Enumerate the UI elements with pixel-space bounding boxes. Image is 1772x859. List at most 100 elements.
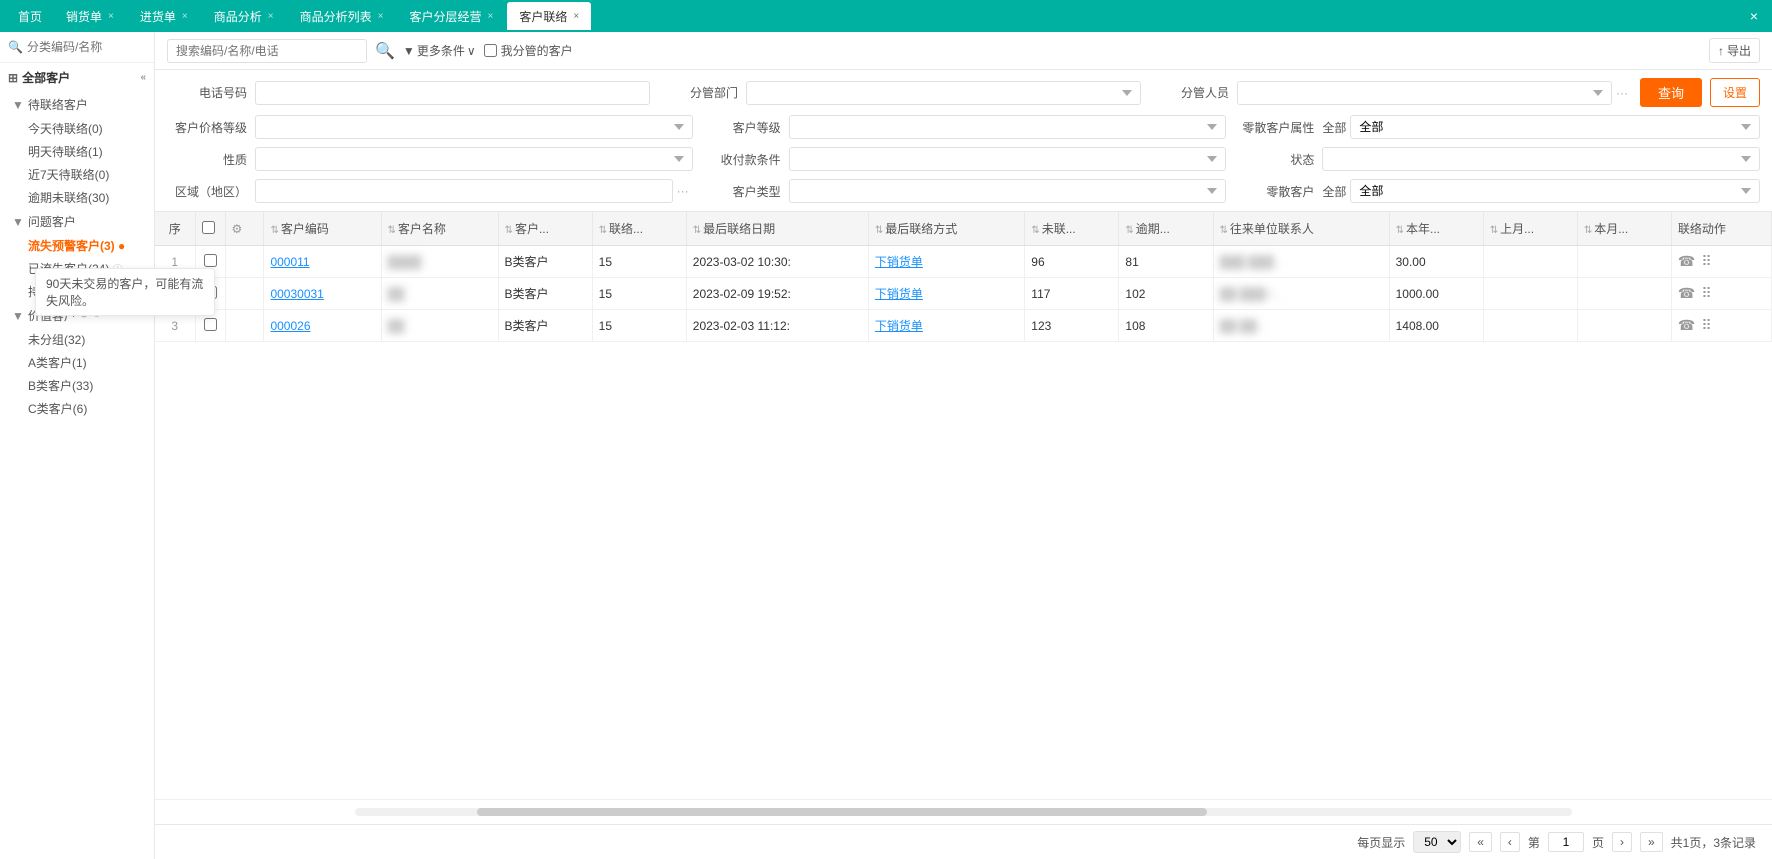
today-pending[interactable]: 今天待联络(0) [0,117,154,140]
row1-contact: 15 [592,246,686,278]
a-class-customers[interactable]: A类客户(1) [0,351,154,374]
row2-code[interactable]: 00030031 [264,278,381,310]
phone-input[interactable] [255,81,650,105]
status-field: 状态 [1234,147,1760,171]
row2-more-icon[interactable]: ⠿ [1701,285,1711,302]
per-page-select[interactable]: 50 [1413,831,1461,853]
close-analysis-tab[interactable]: × [268,11,274,22]
nav-tab-customer-contact[interactable]: 客户联络 × [507,2,591,30]
all-customers-header[interactable]: ⊞ 全部客户 « [0,63,154,92]
tomorrow-pending[interactable]: 明天待联络(1) [0,140,154,163]
row3-more-icon[interactable]: ⠿ [1701,317,1711,334]
table-row: 3 000026 ██ B类客户 15 2023-02-03 11:12: 下销… [155,310,1772,342]
row3-this-month [1577,310,1671,342]
problem-customers-group[interactable]: ▼ 问题客户 [0,209,154,234]
prev-page-button[interactable]: ‹ [1500,832,1520,852]
col-settings[interactable]: ⚙ [225,212,264,246]
top-nav: 首页 销货单 × 进货单 × 商品分析 × 商品分析列表 × 客户分层经营 × … [0,0,1772,32]
row3-phone-icon[interactable]: ☎ [1678,317,1695,334]
col-uncontacted: ⇅未联... [1025,212,1119,246]
my-customers-checkbox-label[interactable]: 我分管的客户 [484,42,573,59]
nav-tab-analysis[interactable]: 商品分析 × [202,2,286,30]
person-dots[interactable]: ··· [1612,86,1632,100]
row3-code[interactable]: 000026 [264,310,381,342]
first-page-button[interactable]: « [1469,832,1492,852]
nav-tab-analysis-list[interactable]: 商品分析列表 × [288,2,396,30]
collapse-icon: « [140,72,146,83]
customer-tier-select[interactable] [789,115,1227,139]
nav-tab-sales[interactable]: 销货单 × [54,2,126,30]
c-class-customers[interactable]: C类客户(6) [0,397,154,420]
status-select[interactable] [1322,147,1760,171]
sidebar-search-input[interactable] [27,40,146,54]
nature-field: 性质 [167,147,693,171]
nav-tab-home[interactable]: 首页 [8,4,52,29]
arrow-icon-3: ▼ [12,309,24,323]
churn-warning[interactable]: 流失预警客户(3) ● [0,234,154,257]
col-overdue: ⇅逾期... [1119,212,1213,246]
region-input[interactable] [255,179,673,203]
settings-gear-icon[interactable]: ⚙ [232,222,243,236]
col-contact: ⇅联络... [592,212,686,246]
scattered-attr-select[interactable]: 全部 [1350,115,1760,139]
content-area: 🔍 ▼ 更多条件 ∨ 我分管的客户 ↑ 导出 电话号码 [155,32,1772,859]
row1-last-way: 下销货单 [868,246,1024,278]
horizontal-scrollbar[interactable] [355,808,1572,816]
close-all-tabs[interactable]: × [1744,6,1764,26]
arrow-icon: ▼ [12,98,24,112]
row2-unit-contact: ██ ███3... [1213,278,1389,310]
row1-checkbox[interactable] [204,254,217,267]
row1-code[interactable]: 000011 [264,246,381,278]
close-purchase-tab[interactable]: × [182,11,188,22]
customer-type-field: 客户类型 [701,179,1227,203]
b-class-customers[interactable]: B类客户(33) [0,374,154,397]
settings-button[interactable]: 设置 [1710,78,1760,107]
dept-field: 分管部门 [658,81,1141,105]
row2-phone-icon[interactable]: ☎ [1678,285,1695,302]
price-tier-select[interactable] [255,115,693,139]
grid-icon: ⊞ [8,71,18,85]
table-row: 1 000011 ████ B类客户 15 2023-03-02 10:30: … [155,246,1772,278]
row1-action: ☎ ⠿ [1671,246,1771,278]
my-customers-checkbox[interactable] [484,44,497,57]
query-button[interactable]: 查询 [1640,78,1702,107]
payment-select[interactable] [789,147,1227,171]
search-input[interactable] [167,39,367,63]
last-page-button[interactable]: » [1640,832,1663,852]
col-unit-contact: ⇅往来单位联系人 [1213,212,1389,246]
close-sales-tab[interactable]: × [108,11,114,22]
person-select[interactable] [1237,81,1612,105]
region-dots[interactable]: ··· [673,184,693,198]
next-page-button[interactable]: › [1612,832,1632,852]
filter-row-1: 电话号码 分管部门 分管人员 ··· 查询 [167,78,1760,107]
export-button[interactable]: ↑ 导出 [1709,38,1760,63]
filter-row-4: 区域（地区） ··· 客户类型 零散客户 全部 全部 [167,179,1760,203]
table-row: 2 00030031 ██ B类客户 15 2023-02-09 19:52: … [155,278,1772,310]
row1-phone-icon[interactable]: ☎ [1678,253,1695,270]
week-pending[interactable]: 近7天待联络(0) [0,163,154,186]
row1-more-icon[interactable]: ⠿ [1701,253,1711,270]
nav-tab-purchase[interactable]: 进货单 × [128,2,200,30]
ungrouped-customers[interactable]: 未分组(32) [0,328,154,351]
row3-last-way: 下销货单 [868,310,1024,342]
close-customer-tier-tab[interactable]: × [487,11,493,22]
close-analysis-list-tab[interactable]: × [378,11,384,22]
customer-type-select[interactable] [789,179,1227,203]
nav-tab-customer-tier[interactable]: 客户分层经营 × [397,2,505,30]
search-button[interactable]: 🔍 [375,41,395,61]
advanced-filter: 电话号码 分管部门 分管人员 ··· 查询 [155,70,1772,212]
dept-select[interactable] [746,81,1141,105]
scattered-customer-field: 零散客户 全部 全部 [1234,179,1760,203]
close-customer-contact-tab[interactable]: × [573,11,579,22]
overdue-uncontacted[interactable]: 逾期未联络(30) [0,186,154,209]
page-number-input[interactable] [1548,832,1584,852]
nature-select[interactable] [255,147,693,171]
filter-row-2: 客户价格等级 客户等级 零散客户属性 全部 全部 [167,115,1760,139]
chevron-down-icon: ∨ [467,44,476,58]
more-conditions[interactable]: ▼ 更多条件 ∨ [403,42,476,59]
row3-checkbox[interactable] [204,318,217,331]
select-all-checkbox[interactable] [202,221,215,234]
scattered-customer-select[interactable]: 全部 [1350,179,1760,203]
pending-contact-group[interactable]: ▼ 待联络客户 [0,92,154,117]
row1-uncontacted: 96 [1025,246,1119,278]
